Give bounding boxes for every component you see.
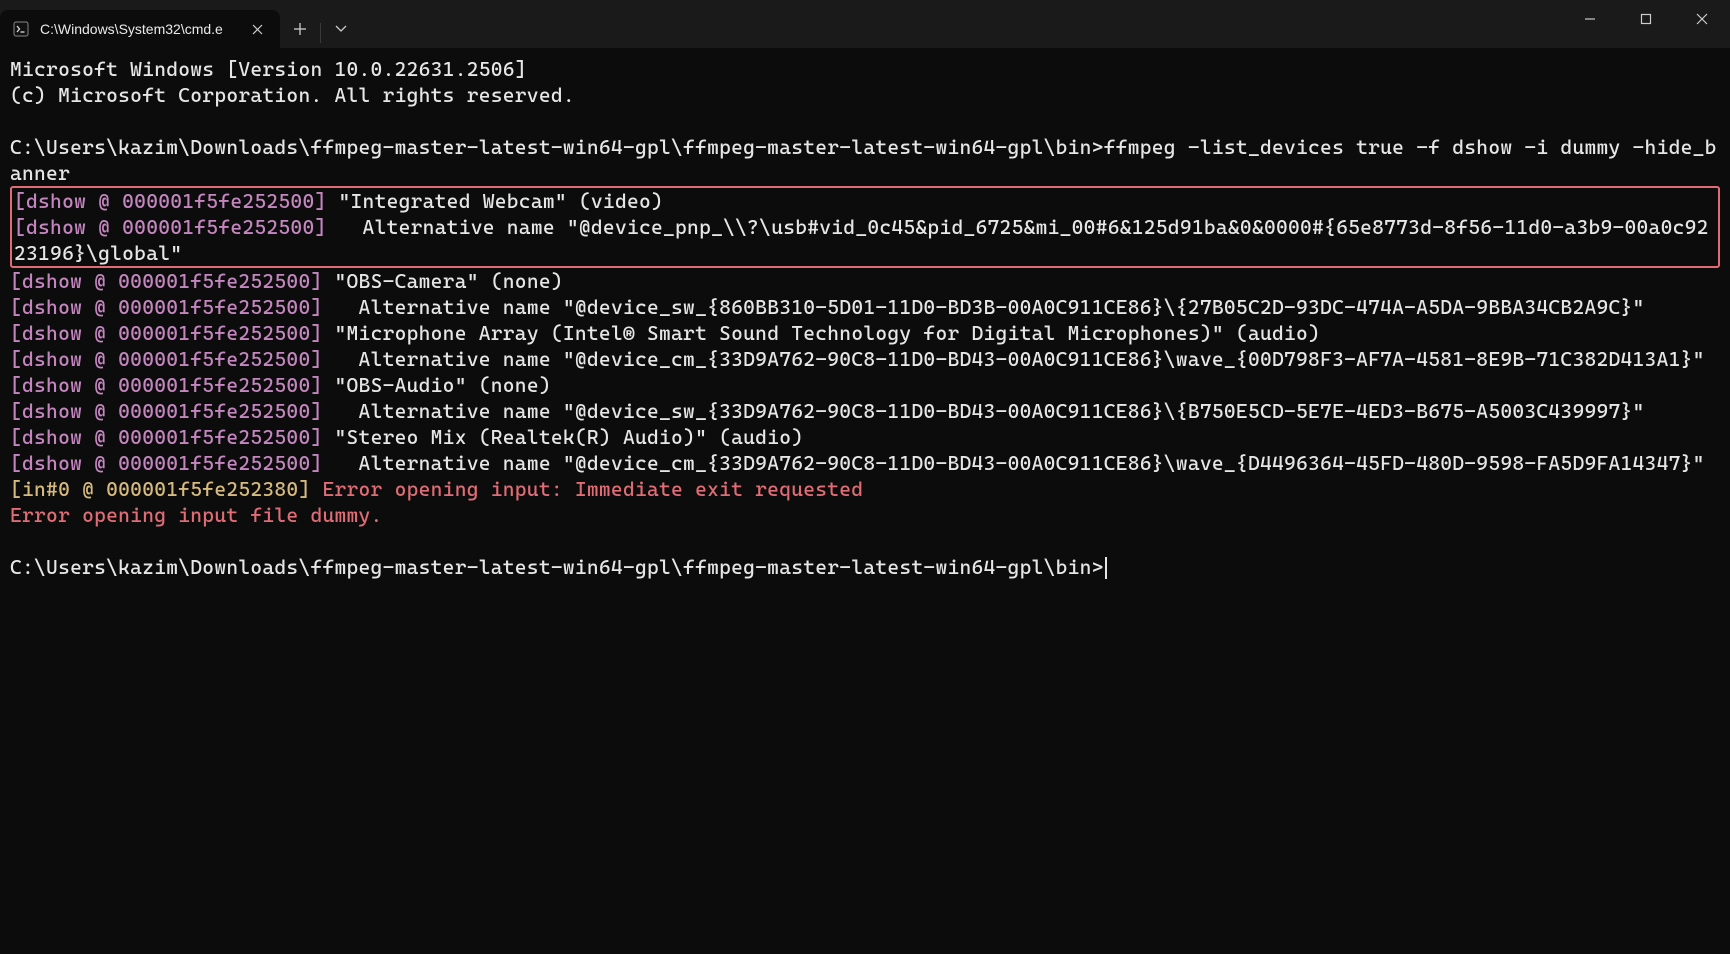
device-altname: Alternative name "@device_cm_{33D9A762-9… — [323, 451, 1705, 475]
new-tab-button[interactable] — [280, 10, 320, 48]
error-text: Error opening input file dummy. — [10, 503, 383, 527]
dshow-tag: [dshow @ 000001f5fe252500] — [10, 321, 323, 345]
device-name: "Stereo Mix (Realtek(R) Audio)" (audio) — [323, 425, 804, 449]
tab-cmd[interactable]: C:\Windows\System32\cmd.e — [0, 10, 280, 48]
minimize-button[interactable] — [1562, 0, 1618, 38]
device-altname: Alternative name "@device_sw_{33D9A762-9… — [323, 399, 1645, 423]
prompt-1: C:\Users\kazim\Downloads\ffmpeg-master-l… — [10, 135, 1104, 159]
titlebar: C:\Windows\System32\cmd.e — [0, 0, 1730, 48]
maximize-button[interactable] — [1618, 0, 1674, 38]
error-text: Error opening input: Immediate exit requ… — [310, 477, 863, 501]
error-prefix: [in#0 @ 000001f5fe252380] — [10, 477, 310, 501]
highlighted-device: [dshow @ 000001f5fe252500] "Integrated W… — [10, 186, 1720, 268]
device-name: "OBS-Camera" (none) — [323, 269, 563, 293]
tab-title: C:\Windows\System32\cmd.e — [40, 21, 236, 37]
header-line2: (c) Microsoft Corporation. All rights re… — [10, 83, 575, 107]
cursor — [1105, 557, 1107, 579]
dshow-tag: [dshow @ 000001f5fe252500] — [10, 451, 323, 475]
dshow-tag: [dshow @ 000001f5fe252500] — [10, 399, 323, 423]
device-name: "Microphone Array (Intel® Smart Sound Te… — [323, 321, 1321, 345]
device-name: "OBS-Audio" (none) — [323, 373, 551, 397]
device-altname: Alternative name "@device_cm_{33D9A762-9… — [323, 347, 1705, 371]
dshow-tag: [dshow @ 000001f5fe252500] — [10, 425, 323, 449]
tab-dropdown-button[interactable] — [321, 10, 361, 48]
device-altname: Alternative name "@device_sw_{860BB310-5… — [323, 295, 1645, 319]
window-controls — [1562, 0, 1730, 48]
dshow-tag: [dshow @ 000001f5fe252500] — [14, 215, 327, 239]
device-name: "Integrated Webcam" (video) — [327, 189, 664, 213]
terminal-output[interactable]: Microsoft Windows [Version 10.0.22631.25… — [0, 48, 1730, 588]
dshow-tag: [dshow @ 000001f5fe252500] — [10, 347, 323, 371]
close-button[interactable] — [1674, 0, 1730, 38]
header-line1: Microsoft Windows [Version 10.0.22631.25… — [10, 57, 527, 81]
dshow-tag: [dshow @ 000001f5fe252500] — [10, 373, 323, 397]
dshow-tag: [dshow @ 000001f5fe252500] — [10, 295, 323, 319]
dshow-tag: [dshow @ 000001f5fe252500] — [10, 269, 323, 293]
titlebar-left: C:\Windows\System32\cmd.e — [0, 0, 361, 48]
tab-close-button[interactable] — [246, 18, 268, 40]
dshow-tag: [dshow @ 000001f5fe252500] — [14, 189, 327, 213]
prompt-2: C:\Users\kazim\Downloads\ffmpeg-master-l… — [10, 555, 1104, 579]
cmd-icon — [12, 20, 30, 38]
